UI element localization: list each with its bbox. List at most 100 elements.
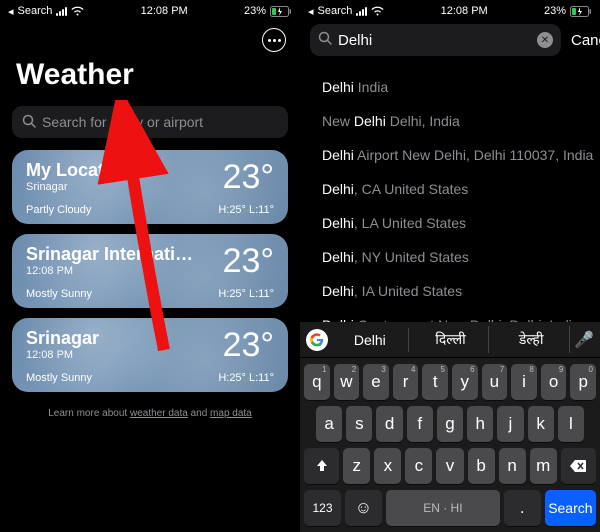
map-data-link[interactable]: map data [210, 408, 252, 419]
key-s[interactable]: s [346, 406, 372, 442]
location-sub: 12:08 PM [26, 349, 99, 361]
key-m[interactable]: m [530, 448, 557, 484]
page-title: Weather [0, 18, 300, 102]
key-t[interactable]: t5 [422, 364, 448, 400]
key-r[interactable]: r4 [393, 364, 419, 400]
search-row: ✕ Cancel [300, 18, 600, 62]
signal-icon [356, 7, 367, 16]
key-o[interactable]: o9 [541, 364, 567, 400]
key-l[interactable]: l [558, 406, 584, 442]
period-key[interactable]: . [504, 490, 541, 526]
status-time: 12:08 PM [441, 5, 488, 17]
numbers-key[interactable]: 123 [304, 490, 341, 526]
location-name: Srinagar [26, 328, 99, 349]
back-label[interactable]: Search [318, 5, 353, 17]
hilo: H:25° L:11° [218, 204, 274, 216]
condition: Partly Cloudy [26, 204, 91, 216]
key-w[interactable]: w2 [334, 364, 360, 400]
battery-percent: 23% [244, 5, 266, 17]
key-row-3: z x c v b n m [300, 442, 600, 484]
key-y[interactable]: y6 [452, 364, 478, 400]
temperature: 23° [223, 160, 274, 194]
location-sub: 12:08 PM [26, 265, 196, 277]
space-key[interactable]: EN · HI [386, 490, 500, 526]
key-j[interactable]: j [497, 406, 523, 442]
status-time: 12:08 PM [141, 5, 188, 17]
weather-data-link[interactable]: weather data [130, 408, 188, 419]
key-g[interactable]: g [437, 406, 463, 442]
search-input[interactable]: Search for a city or airport [12, 106, 288, 138]
result-item[interactable]: New Delhi Delhi, India [318, 104, 600, 138]
key-v[interactable]: v [436, 448, 463, 484]
key-u[interactable]: u7 [482, 364, 508, 400]
condition: Mostly Sunny [26, 288, 92, 300]
key-row-2: a s d f g h j k l [300, 400, 600, 442]
battery-icon [570, 6, 592, 17]
weather-card[interactable]: Srinagar 12:08 PM 23° Mostly Sunny H:25°… [12, 318, 288, 392]
key-z[interactable]: z [343, 448, 370, 484]
result-item[interactable]: Delhi, CA United States [318, 172, 600, 206]
google-logo-icon[interactable] [306, 329, 328, 351]
emoji-key[interactable]: ☺ [345, 490, 382, 526]
signal-icon [56, 7, 67, 16]
weather-card[interactable]: Srinagar Internatio... 12:08 PM 23° Most… [12, 234, 288, 308]
back-label[interactable]: Search [18, 5, 53, 17]
key-h[interactable]: h [467, 406, 493, 442]
suggestion[interactable]: Delhi [332, 328, 409, 352]
key-row-1: q1 w2 e3 r4 t5 y6 u7 i8 o9 p0 [300, 358, 600, 400]
search-field[interactable]: ✕ [310, 24, 561, 56]
shift-key[interactable] [304, 448, 339, 484]
suggestion[interactable]: दिल्ली [413, 326, 490, 353]
result-item[interactable]: Delhi, LA United States [318, 206, 600, 240]
weather-cards: My Location Srinagar 23° Partly Cloudy H… [0, 150, 300, 392]
result-item[interactable]: Delhi India [318, 70, 600, 104]
location-sub: Srinagar [26, 181, 131, 193]
more-button[interactable] [262, 28, 286, 52]
hilo: H:25° L:11° [218, 372, 274, 384]
temperature: 23° [223, 328, 274, 362]
key-k[interactable]: k [528, 406, 554, 442]
condition: Mostly Sunny [26, 372, 92, 384]
search-icon [318, 31, 332, 49]
footer-attribution: Learn more about weather data and map da… [0, 408, 300, 419]
key-p[interactable]: p0 [570, 364, 596, 400]
search-results: Delhi India New Delhi Delhi, India Delhi… [300, 62, 600, 342]
search-icon [22, 114, 36, 131]
result-item[interactable]: Delhi, IA United States [318, 274, 600, 308]
location-name: Srinagar Internatio... [26, 244, 196, 265]
key-e[interactable]: e3 [363, 364, 389, 400]
key-row-4: 123 ☺ EN · HI . Search [300, 484, 600, 532]
status-bar: ◂ Search 12:08 PM 23% [300, 0, 600, 18]
key-a[interactable]: a [316, 406, 342, 442]
mic-icon[interactable]: 🎤 [574, 330, 594, 350]
status-bar: ◂ Search 12:08 PM 23% [0, 0, 300, 18]
location-name: My Location [26, 160, 131, 181]
back-caret-icon[interactable]: ◂ [308, 5, 314, 18]
key-d[interactable]: d [376, 406, 402, 442]
result-item[interactable]: Delhi Airport New Delhi, Delhi 110037, I… [318, 138, 600, 172]
search-key[interactable]: Search [545, 490, 596, 526]
battery-icon [270, 6, 292, 17]
key-b[interactable]: b [468, 448, 495, 484]
key-x[interactable]: x [374, 448, 401, 484]
hilo: H:25° L:11° [218, 288, 274, 300]
temperature: 23° [223, 244, 274, 278]
suggestion[interactable]: डेल्ही [493, 326, 570, 353]
cancel-button[interactable]: Cancel [571, 32, 600, 49]
key-c[interactable]: c [405, 448, 432, 484]
backspace-key[interactable] [561, 448, 596, 484]
phone-right-search: ◂ Search 12:08 PM 23% ✕ Cancel Delhi Ind… [300, 0, 600, 532]
key-f[interactable]: f [407, 406, 433, 442]
key-q[interactable]: q1 [304, 364, 330, 400]
search-input[interactable] [338, 32, 537, 49]
phone-left-weather-list: ◂ Search 12:08 PM 23% Weather Search for… [0, 0, 300, 532]
key-i[interactable]: i8 [511, 364, 537, 400]
search-placeholder: Search for a city or airport [42, 114, 203, 130]
clear-icon[interactable]: ✕ [537, 32, 553, 48]
result-item[interactable]: Delhi, NY United States [318, 240, 600, 274]
back-caret-icon[interactable]: ◂ [8, 5, 14, 18]
key-n[interactable]: n [499, 448, 526, 484]
weather-card[interactable]: My Location Srinagar 23° Partly Cloudy H… [12, 150, 288, 224]
wifi-icon [371, 6, 384, 16]
keyboard: Delhi दिल्ली डेल्ही 🎤 q1 w2 e3 r4 t5 y6 … [300, 322, 600, 532]
